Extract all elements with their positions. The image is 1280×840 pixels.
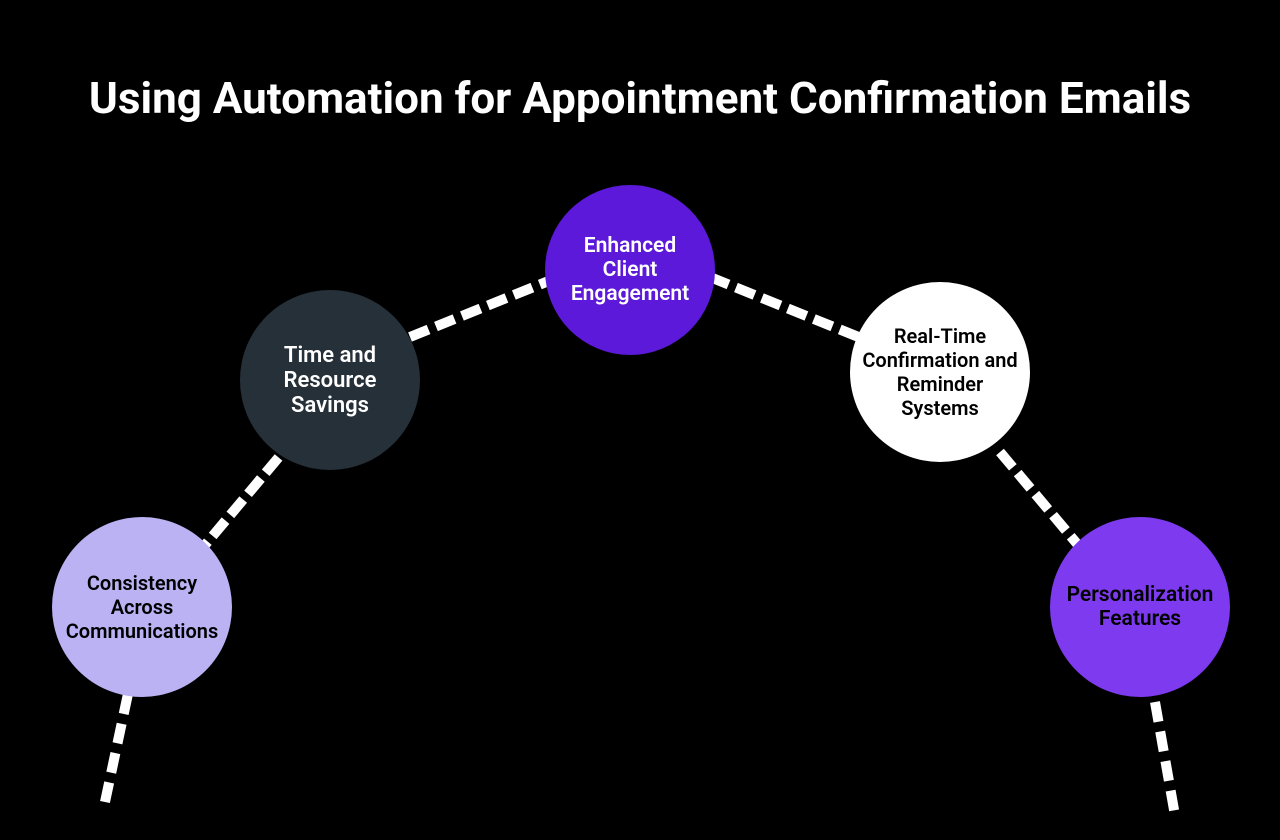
connector-line <box>1150 701 1179 811</box>
node-realtime: Real-Time Confirmation and Reminder Syst… <box>850 282 1030 462</box>
node-label: Consistency Across Communications <box>62 571 222 643</box>
node-label: Personalization Features <box>1060 583 1220 631</box>
node-personalization: Personalization Features <box>1050 517 1230 697</box>
connector-line <box>100 694 133 804</box>
arc-diagram: Consistency Across Communications Time a… <box>0 157 1280 757</box>
node-label: Enhanced Client Engagement <box>555 234 705 306</box>
node-engagement: Enhanced Client Engagement <box>545 185 715 355</box>
connector-line <box>708 273 860 342</box>
node-label: Time and Resource Savings <box>250 343 410 418</box>
node-label: Real-Time Confirmation and Reminder Syst… <box>860 324 1020 420</box>
connector-line <box>996 449 1087 555</box>
node-time-savings: Time and Resource Savings <box>240 290 420 470</box>
page-title: Using Automation for Appointment Confirm… <box>0 0 1280 127</box>
node-consistency: Consistency Across Communications <box>52 517 232 697</box>
connector-line <box>408 273 560 342</box>
